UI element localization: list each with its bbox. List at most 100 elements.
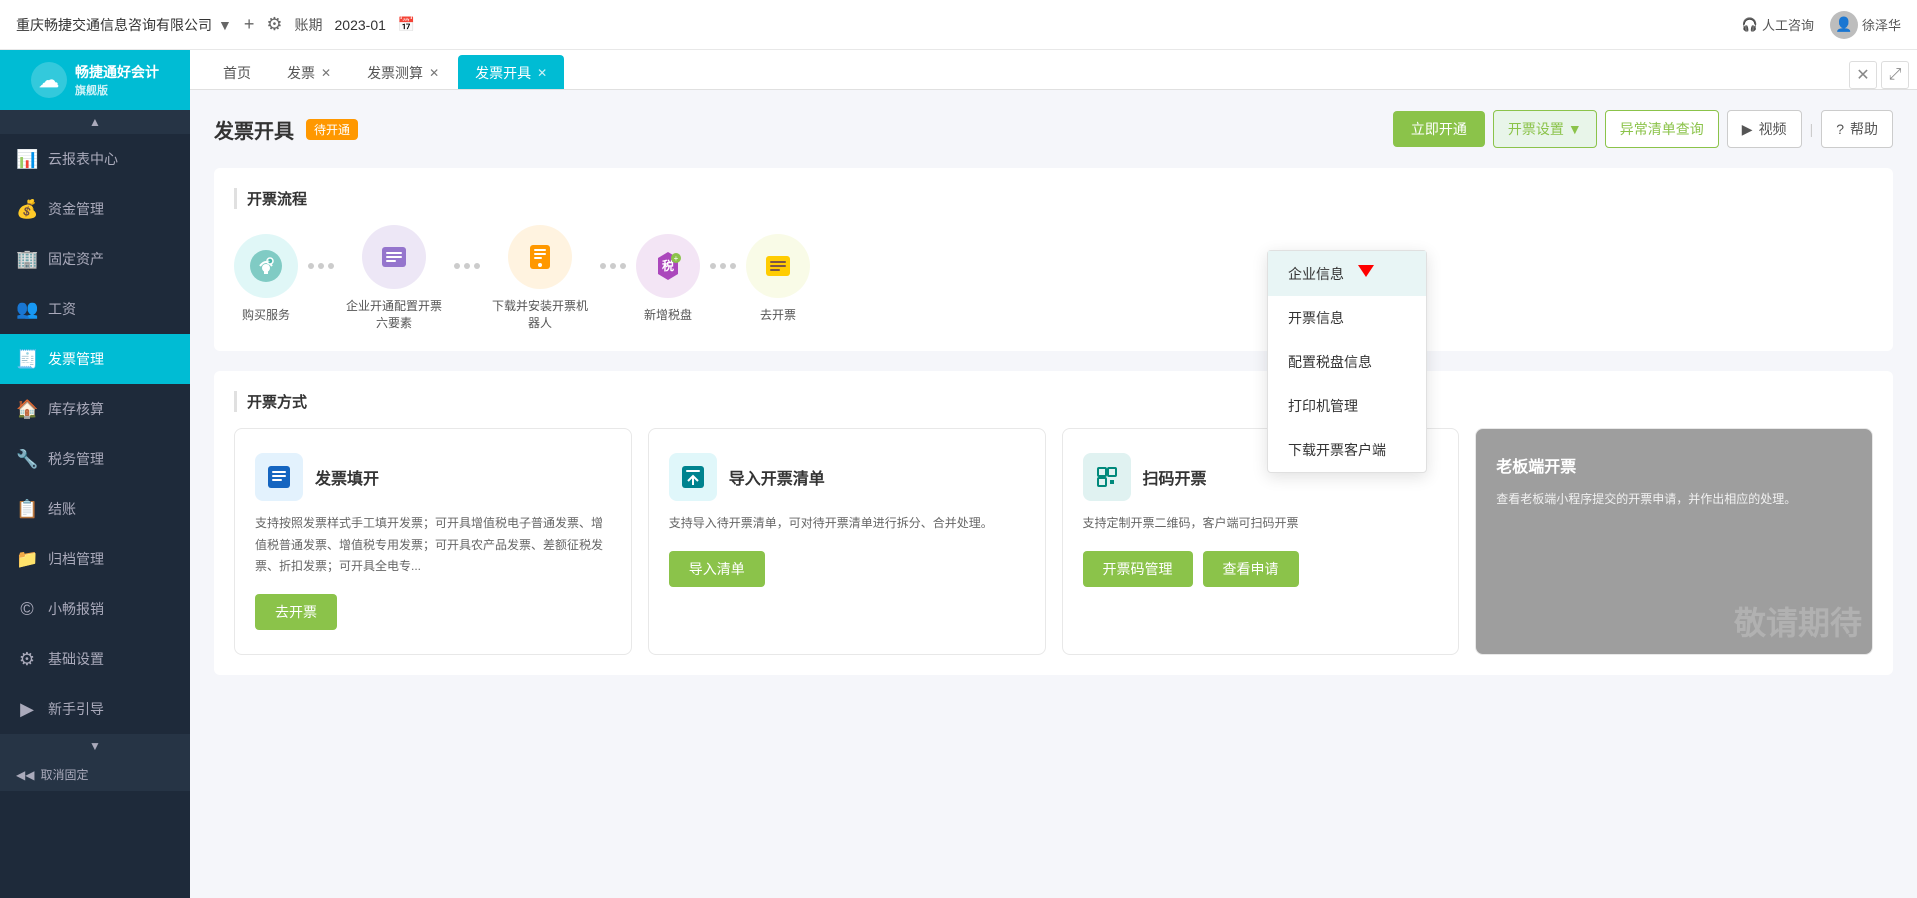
method-card-boss: 老板端开票 查看老板端小程序提交的开票申请，并作出相应的处理。 敬请期待 (1475, 428, 1873, 655)
sidebar-item-zijin[interactable]: 💰 资金管理 (0, 184, 190, 234)
company-selector[interactable]: 重庆畅捷交通信息咨询有限公司 ▼ (16, 15, 232, 35)
sidebar-label-guidang: 归档管理 (48, 549, 104, 569)
guide-icon: ▶ (16, 699, 38, 720)
sidebar-label-fapiao: 发票管理 (48, 349, 104, 369)
flow-step-4: 税+ 新增税盘 (636, 234, 700, 323)
period-value: 2023-01 (335, 17, 386, 33)
close-window-button[interactable]: ✕ (1849, 61, 1877, 89)
tab-bar: 首页 发票 ✕ 发票测算 ✕ 发票开具 ✕ ✕ ⤢ (190, 50, 1917, 90)
tab-fapiaocesuan-label: 发票测算 (367, 63, 423, 83)
tab-fapiao-label: 发票 (287, 63, 315, 83)
dropdown-item-company[interactable]: 企业信息 (1268, 251, 1426, 296)
flow-section: 开票流程 + 购买服务 (214, 168, 1893, 351)
help-button[interactable]: ? 帮助 (1821, 110, 1893, 148)
method-section: 开票方式 发票填开 支持按照发票样式手工填开发票；可开具增值税电子普通发票、增值… (214, 371, 1893, 675)
reimbursement-icon: © (16, 599, 38, 620)
step-circle-1: + (234, 234, 298, 298)
dropdown-label-company: 企业信息 (1288, 266, 1344, 282)
tab-fapiaokaju[interactable]: 发票开具 ✕ (458, 55, 564, 89)
svg-text:+: + (674, 254, 679, 263)
tab-home[interactable]: 首页 (206, 55, 268, 89)
abnormal-button[interactable]: 异常清单查询 (1605, 110, 1719, 148)
sidebar-scroll-down[interactable]: ▼ (0, 734, 190, 758)
dropdown-item-tax-config[interactable]: 配置税盘信息 (1268, 340, 1426, 384)
boss-method-name: 老板端开票 (1496, 453, 1576, 477)
dropdown-label-invoice-info: 开票信息 (1288, 310, 1344, 326)
archive-icon: 📁 (16, 549, 38, 570)
sidebar-scroll-up[interactable]: ▲ (0, 110, 190, 134)
svg-text:+: + (267, 259, 270, 265)
divider: | (1810, 121, 1814, 137)
flow-step-2: 企业开通配置开票六要素 (344, 225, 444, 331)
company-name: 重庆畅捷交通信息咨询有限公司 (16, 15, 212, 35)
step-label-5: 去开票 (760, 306, 796, 323)
qr-manage-button[interactable]: 开票码管理 (1083, 551, 1193, 587)
sidebar-item-xiaochang[interactable]: © 小畅报销 (0, 584, 190, 634)
sidebar-label-jiezhang: 结账 (48, 499, 76, 519)
sidebar-label-jichushezhi: 基础设置 (48, 649, 104, 669)
step-circle-4: 税+ (636, 234, 700, 298)
sidebar-cancel-fix[interactable]: ◀◀ 取消固定 (0, 758, 190, 791)
tax-icon: 🔧 (16, 449, 38, 470)
step-conn-4 (700, 263, 746, 293)
sidebar-item-xinshouyindao[interactable]: ▶ 新手引导 (0, 684, 190, 734)
flow-step-5: 去开票 (746, 234, 810, 323)
tab-fapiaokaju-label: 发票开具 (475, 63, 531, 83)
activate-button[interactable]: 立即开通 (1393, 111, 1485, 147)
sidebar-item-yunbaobiao[interactable]: 📊 云报表中心 (0, 134, 190, 184)
go-invoice-button[interactable]: 去开票 (255, 594, 337, 630)
method-card-import: 导入开票清单 支持导入待开票清单，可对待开票清单进行拆分、合并处理。 导入清单 (648, 428, 1046, 655)
sidebar-item-kucun[interactable]: 🏠 库存核算 (0, 384, 190, 434)
headset-icon: 🎧 (1742, 17, 1758, 33)
tab-close-kaju[interactable]: ✕ (537, 66, 547, 80)
sidebar-item-jiezhang[interactable]: 📋 结账 (0, 484, 190, 534)
sidebar-label-xinshou: 新手引导 (48, 699, 104, 719)
step-conn-1 (298, 263, 344, 293)
page-header: 发票开具 待开通 立即开通 开票设置 ▼ 异常清单查询 ▶ 视频 | (214, 110, 1893, 148)
sidebar: ☁ 畅捷通好会计 旗舰版 ▲ 📊 云报表中心 💰 资金管理 🏢 固定资产 👥 工… (0, 50, 190, 898)
tab-home-label: 首页 (223, 63, 251, 83)
app-subtitle: 旗舰版 (75, 82, 159, 98)
dropdown-item-download[interactable]: 下载开票客户端 (1268, 428, 1426, 472)
sidebar-item-shuiwu[interactable]: 🔧 税务管理 (0, 434, 190, 484)
sidebar-item-gongzi[interactable]: 👥 工资 (0, 284, 190, 334)
consult-button[interactable]: 🎧 人工咨询 (1742, 15, 1814, 34)
step-label-4: 新增税盘 (644, 306, 692, 323)
sidebar-item-gudingzichan[interactable]: 🏢 固定资产 (0, 234, 190, 284)
add-icon[interactable]: + (244, 14, 255, 35)
pin-icon: ◀◀ (16, 768, 34, 782)
tab-close-fapiao[interactable]: ✕ (321, 66, 331, 80)
dropdown-item-invoice-info[interactable]: 开票信息 (1268, 296, 1426, 340)
cancel-fix-label: 取消固定 (40, 766, 88, 783)
sidebar-item-fapiao[interactable]: 🧾 发票管理 (0, 334, 190, 384)
view-apply-button[interactable]: 查看申请 (1203, 551, 1299, 587)
import-icon (669, 453, 717, 501)
ledger-icon: 📋 (16, 499, 38, 520)
tab-fapiao[interactable]: 发票 ✕ (270, 55, 348, 89)
flow-step-1: + 购买服务 (234, 234, 298, 323)
method-cards: 发票填开 支持按照发票样式手工填开发票；可开具增值税电子普通发票、增值税普通发票… (234, 428, 1873, 655)
settings-icon[interactable]: ⚙ (266, 14, 282, 35)
header-actions: 立即开通 开票设置 ▼ 异常清单查询 ▶ 视频 | ? 帮助 (1393, 110, 1893, 148)
user-profile[interactable]: 👤 徐泽华 (1830, 11, 1901, 39)
top-bar: 重庆畅捷交通信息咨询有限公司 ▼ + ⚙ 账期 2023-01 📅 🎧 人工咨询… (0, 0, 1917, 50)
expand-window-button[interactable]: ⤢ (1881, 61, 1909, 89)
settings-button[interactable]: 开票设置 ▼ (1493, 110, 1597, 148)
page-title: 发票开具 (214, 115, 294, 144)
question-icon: ? (1836, 121, 1844, 137)
tab-fapiaocesuan[interactable]: 发票测算 ✕ (350, 55, 456, 89)
sidebar-item-guidang[interactable]: 📁 归档管理 (0, 534, 190, 584)
video-button[interactable]: ▶ 视频 (1727, 110, 1802, 148)
step-circle-3 (508, 225, 572, 289)
chevron-down-icon: ▼ (218, 17, 232, 33)
step-conn-2 (444, 263, 490, 293)
period-label: 账期 (295, 15, 323, 35)
tab-close-cesuan[interactable]: ✕ (429, 66, 439, 80)
dropdown-label-printer: 打印机管理 (1288, 398, 1358, 414)
app-logo: ☁ 畅捷通好会计 旗舰版 (0, 50, 190, 110)
sidebar-label-gongzi: 工资 (48, 299, 76, 319)
import-list-button[interactable]: 导入清单 (669, 551, 765, 587)
dropdown-item-printer[interactable]: 打印机管理 (1268, 384, 1426, 428)
scan-method-name: 扫码开票 (1143, 465, 1207, 489)
sidebar-item-jichushezhi[interactable]: ⚙ 基础设置 (0, 634, 190, 684)
